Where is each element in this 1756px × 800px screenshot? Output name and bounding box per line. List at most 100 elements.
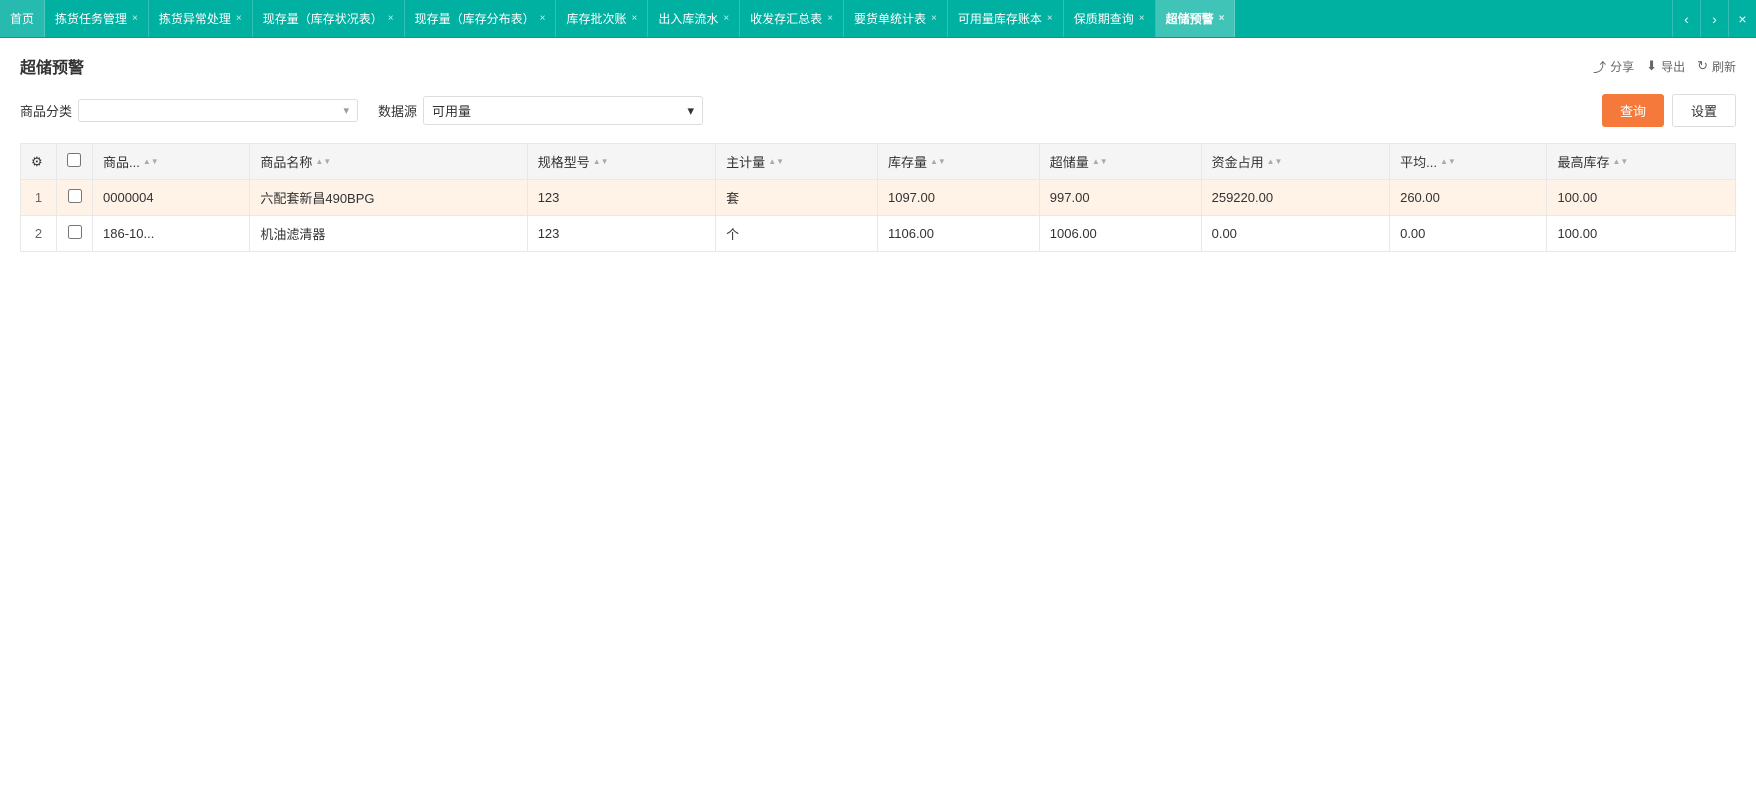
close-icon[interactable]: × bbox=[1139, 13, 1145, 24]
row-num: 1 bbox=[21, 180, 57, 216]
th-capital[interactable]: 资金占用 ▲▼ bbox=[1201, 144, 1389, 180]
row-checkbox[interactable] bbox=[68, 225, 82, 239]
th-max-stock[interactable]: 最高库存 ▲▼ bbox=[1547, 144, 1736, 180]
row-max-stock: 100.00 bbox=[1547, 180, 1736, 216]
table-row: 2 186-10... 机油滤清器 123 个 1106.00 1006.00 … bbox=[21, 216, 1736, 252]
close-icon[interactable]: × bbox=[631, 13, 637, 24]
row-unit: 个 bbox=[716, 216, 878, 252]
gear-icon[interactable]: ⚙ bbox=[31, 154, 43, 169]
share-button[interactable]: ⤴ 分享 bbox=[1593, 57, 1634, 76]
sort-icon: ▲▼ bbox=[315, 158, 331, 166]
close-icon[interactable]: × bbox=[827, 13, 833, 24]
sort-icon: ▲▼ bbox=[1267, 158, 1283, 166]
nav-item-home[interactable]: 首页 bbox=[0, 0, 45, 37]
row-avg: 260.00 bbox=[1390, 180, 1547, 216]
sort-icon: ▲▼ bbox=[768, 158, 784, 166]
nav-item-overstock[interactable]: 超储预警 × bbox=[1156, 0, 1236, 37]
close-icon[interactable]: × bbox=[540, 13, 546, 24]
select-all-checkbox[interactable] bbox=[67, 153, 81, 167]
close-icon[interactable]: × bbox=[132, 13, 138, 24]
nav-arrows: ‹ › × bbox=[1672, 0, 1756, 38]
row-unit: 套 bbox=[716, 180, 878, 216]
nav-item-stock-dist[interactable]: 现存量（库存分布表） × bbox=[405, 0, 557, 37]
data-table: ⚙ 商品... ▲▼ 商品名称 ▲▼ bbox=[20, 143, 1736, 252]
settings-button[interactable]: 设置 bbox=[1672, 94, 1736, 127]
refresh-button[interactable]: ↻ 刷新 bbox=[1697, 58, 1736, 75]
datasource-select[interactable]: 可用量 ▾ bbox=[423, 96, 703, 125]
th-stock[interactable]: 库存量 ▲▼ bbox=[877, 144, 1039, 180]
row-overstock: 997.00 bbox=[1039, 180, 1201, 216]
row-overstock: 1006.00 bbox=[1039, 216, 1201, 252]
nav-item-stock-status[interactable]: 现存量（库存状况表） × bbox=[253, 0, 405, 37]
category-label: 商品分类 bbox=[20, 101, 72, 120]
row-avg: 0.00 bbox=[1390, 216, 1547, 252]
row-capital: 259220.00 bbox=[1201, 180, 1389, 216]
datasource-value: 可用量 bbox=[432, 101, 471, 120]
close-icon[interactable]: × bbox=[723, 13, 729, 24]
th-overstock[interactable]: 超储量 ▲▼ bbox=[1039, 144, 1201, 180]
close-icon[interactable]: × bbox=[931, 13, 937, 24]
th-spec[interactable]: 规格型号 ▲▼ bbox=[527, 144, 715, 180]
refresh-icon: ↻ bbox=[1697, 58, 1708, 74]
share-icon: ⤴ bbox=[1593, 57, 1606, 76]
top-navigation: 首页 拣货任务管理 × 拣货异常处理 × 现存量（库存状况表） × 现存量（库存… bbox=[0, 0, 1756, 38]
row-max-stock: 100.00 bbox=[1547, 216, 1736, 252]
row-stock: 1097.00 bbox=[877, 180, 1039, 216]
chevron-down-icon: ▾ bbox=[688, 103, 695, 119]
row-product-name: 六配套新昌490BPG bbox=[250, 180, 527, 216]
th-avg[interactable]: 平均... ▲▼ bbox=[1390, 144, 1547, 180]
nav-item-task[interactable]: 拣货任务管理 × bbox=[45, 0, 149, 37]
nav-arrow-left[interactable]: ‹ bbox=[1672, 0, 1700, 38]
row-checkbox-cell bbox=[57, 216, 93, 252]
row-product-code: 186-10... bbox=[93, 216, 250, 252]
sort-icon: ▲▼ bbox=[143, 158, 159, 166]
chevron-down-icon: ▾ bbox=[343, 104, 349, 117]
sort-icon: ▲▼ bbox=[593, 158, 609, 166]
category-select[interactable]: ▾ bbox=[78, 99, 358, 122]
title-actions: ⤴ 分享 ⬇ 导出 ↻ 刷新 bbox=[1593, 57, 1736, 76]
nav-item-exception[interactable]: 拣货异常处理 × bbox=[149, 0, 253, 37]
export-icon: ⬇ bbox=[1646, 58, 1657, 74]
th-settings: ⚙ bbox=[21, 144, 57, 180]
filter-buttons: 查询 设置 bbox=[1602, 94, 1736, 127]
nav-arrow-close[interactable]: × bbox=[1728, 0, 1756, 38]
row-stock: 1106.00 bbox=[877, 216, 1039, 252]
th-product-code[interactable]: 商品... ▲▼ bbox=[93, 144, 250, 180]
nav-item-quality[interactable]: 保质期查询 × bbox=[1064, 0, 1156, 37]
row-spec: 123 bbox=[527, 180, 715, 216]
row-checkbox-cell bbox=[57, 180, 93, 216]
datasource-filter: 数据源 可用量 ▾ bbox=[378, 96, 703, 125]
query-button[interactable]: 查询 bbox=[1602, 94, 1664, 127]
close-icon[interactable]: × bbox=[1047, 13, 1053, 24]
datasource-label: 数据源 bbox=[378, 101, 417, 120]
row-product-code: 0000004 bbox=[93, 180, 250, 216]
th-product-name[interactable]: 商品名称 ▲▼ bbox=[250, 144, 527, 180]
row-checkbox[interactable] bbox=[68, 189, 82, 203]
nav-arrow-right[interactable]: › bbox=[1700, 0, 1728, 38]
table-row: 1 0000004 六配套新昌490BPG 123 套 1097.00 997.… bbox=[21, 180, 1736, 216]
nav-item-flow[interactable]: 出入库流水 × bbox=[648, 0, 740, 37]
nav-item-available[interactable]: 可用量库存账本 × bbox=[948, 0, 1064, 37]
close-icon[interactable]: × bbox=[388, 13, 394, 24]
page-content: 超储预警 ⤴ 分享 ⬇ 导出 ↻ 刷新 商品分类 ▾ 数据源 bbox=[0, 38, 1756, 268]
nav-item-batch[interactable]: 库存批次账 × bbox=[556, 0, 648, 37]
export-button[interactable]: ⬇ 导出 bbox=[1646, 58, 1685, 75]
th-checkbox bbox=[57, 144, 93, 180]
sort-icon: ▲▼ bbox=[1612, 158, 1628, 166]
close-icon[interactable]: × bbox=[1219, 13, 1225, 24]
th-unit[interactable]: 主计量 ▲▼ bbox=[716, 144, 878, 180]
sort-icon: ▲▼ bbox=[1440, 158, 1456, 166]
sort-icon: ▲▼ bbox=[930, 158, 946, 166]
row-spec: 123 bbox=[527, 216, 715, 252]
nav-item-req-stats[interactable]: 要货单统计表 × bbox=[844, 0, 948, 37]
nav-item-summary[interactable]: 收发存汇总表 × bbox=[740, 0, 844, 37]
page-title-row: 超储预警 ⤴ 分享 ⬇ 导出 ↻ 刷新 bbox=[20, 54, 1736, 78]
sort-icon: ▲▼ bbox=[1092, 158, 1108, 166]
close-icon[interactable]: × bbox=[236, 13, 242, 24]
filter-row: 商品分类 ▾ 数据源 可用量 ▾ 查询 设置 bbox=[20, 94, 1736, 127]
category-filter: 商品分类 ▾ bbox=[20, 99, 358, 122]
row-num: 2 bbox=[21, 216, 57, 252]
page-title: 超储预警 bbox=[20, 54, 84, 78]
row-capital: 0.00 bbox=[1201, 216, 1389, 252]
row-product-name: 机油滤清器 bbox=[250, 216, 527, 252]
